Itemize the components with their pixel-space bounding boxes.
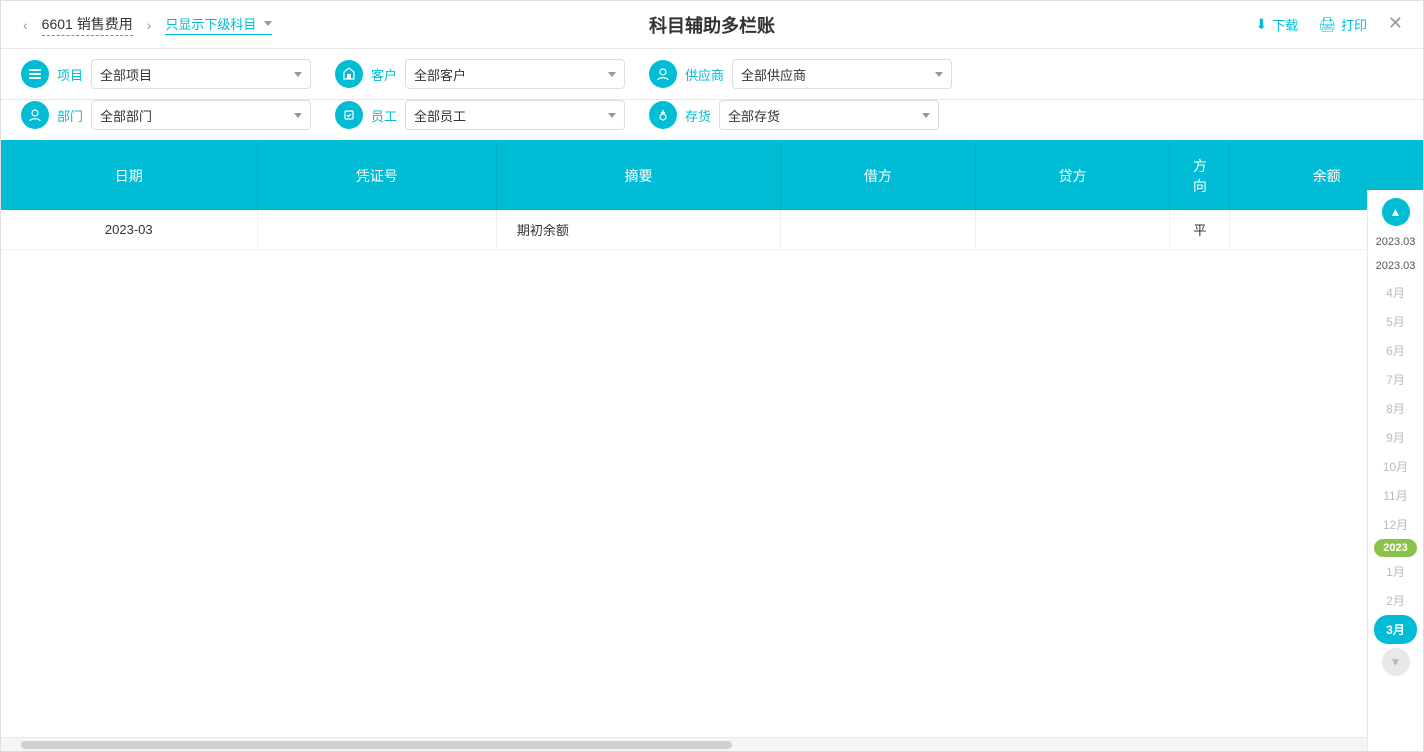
prev-account-button[interactable]: ‹ — [17, 15, 34, 35]
filter-sub-label: 只显示下级科目 — [165, 14, 256, 33]
department-select[interactable]: 全部部门 — [91, 100, 311, 130]
project-filter-group: 项目 全部项目 — [21, 59, 311, 89]
customer-label: 客户 — [371, 65, 397, 84]
account-code-name: 6601 销售费用 — [42, 14, 133, 36]
print-icon: 🖨 — [1318, 16, 1336, 33]
cell-direction: 平 — [1170, 210, 1230, 250]
inventory-icon — [649, 101, 677, 129]
timeline-item-4[interactable]: 4月 — [1368, 278, 1423, 307]
timeline-item-2[interactable]: 2月 — [1368, 586, 1423, 615]
timeline-up-arrow[interactable]: ▲ — [1382, 198, 1410, 226]
customer-filter-group: 客户 全部客户 — [335, 59, 625, 89]
project-dropdown-icon — [294, 72, 302, 77]
col-credit: 贷方 — [975, 142, 1170, 210]
table-row: 2023-03 期初余额 平 — [1, 210, 1423, 250]
col-direction: 方向 — [1170, 142, 1230, 210]
scrollbar-thumb — [21, 741, 732, 749]
timeline-down-arrow[interactable]: ▼ — [1382, 648, 1410, 676]
main-table: 日期 凭证号 摘要 借方 贷方 方向 余额 2023-03 — [1, 142, 1423, 250]
col-voucher: 凭证号 — [257, 142, 496, 210]
supplier-filter-group: 供应商 全部供应商 — [649, 59, 952, 89]
timeline-year-2023[interactable]: 2023 — [1374, 539, 1417, 557]
cell-debit — [781, 210, 976, 250]
close-button[interactable]: ✕ — [1384, 13, 1407, 34]
department-icon — [21, 101, 49, 129]
timeline-item-3-active[interactable]: 3月 — [1374, 615, 1417, 644]
supplier-icon — [649, 60, 677, 88]
next-account-button[interactable]: › — [141, 15, 158, 35]
customer-dropdown-icon — [608, 72, 616, 77]
employee-icon — [335, 101, 363, 129]
inventory-filter-group: 存货 全部存货 — [649, 100, 939, 130]
col-summary: 摘要 — [496, 142, 780, 210]
supplier-select[interactable]: 全部供应商 — [732, 59, 952, 89]
download-button[interactable]: ⬇ 下载 — [1255, 15, 1298, 34]
supplier-label: 供应商 — [685, 65, 724, 84]
timeline-item-11[interactable]: 11月 — [1368, 481, 1423, 510]
filter-dropdown-icon — [264, 21, 272, 26]
employee-label: 员工 — [371, 106, 397, 125]
timeline-item-5[interactable]: 5月 — [1368, 307, 1423, 336]
table-container: 日期 凭证号 摘要 借方 贷方 方向 余额 2023-03 — [1, 142, 1423, 737]
inventory-select[interactable]: 全部存货 — [719, 100, 939, 130]
customer-select[interactable]: 全部客户 — [405, 59, 625, 89]
page-title: 科目辅助多栏账 — [649, 12, 775, 38]
timeline-item-7[interactable]: 7月 — [1368, 365, 1423, 394]
cell-date: 2023-03 — [1, 210, 257, 250]
timeline-item-6[interactable]: 6月 — [1368, 336, 1423, 365]
inventory-label: 存货 — [685, 106, 711, 125]
timeline-item-8[interactable]: 8月 — [1368, 394, 1423, 423]
project-label: 项目 — [57, 65, 83, 84]
timeline-item-1[interactable]: 1月 — [1368, 557, 1423, 586]
supplier-dropdown-icon — [935, 72, 943, 77]
timeline-item-9[interactable]: 9月 — [1368, 423, 1423, 452]
download-icon: ⬇ — [1255, 16, 1267, 33]
inventory-dropdown-icon — [922, 113, 930, 118]
filter-sub-account-button[interactable]: 只显示下级科目 — [165, 14, 272, 35]
department-label: 部门 — [57, 106, 83, 125]
timeline-item-2023-03-header[interactable]: 2023.03 — [1368, 230, 1423, 254]
customer-icon — [335, 60, 363, 88]
project-icon — [21, 60, 49, 88]
col-debit: 借方 — [781, 142, 976, 210]
horizontal-scrollbar[interactable] — [1, 737, 1423, 751]
col-date: 日期 — [1, 142, 257, 210]
employee-filter-group: 员工 全部员工 — [335, 100, 625, 130]
project-select[interactable]: 全部项目 — [91, 59, 311, 89]
timeline-sidebar: ▲ 2023.03 2023.03 4月 5月 6月 7月 8月 9月 10月 … — [1367, 190, 1423, 751]
cell-credit — [975, 210, 1170, 250]
department-dropdown-icon — [294, 113, 302, 118]
timeline-item-12[interactable]: 12月 — [1368, 510, 1423, 539]
timeline-item-2023-03-sub[interactable]: 2023.03 — [1368, 254, 1423, 278]
department-filter-group: 部门 全部部门 — [21, 100, 311, 130]
cell-voucher — [257, 210, 496, 250]
cell-summary: 期初余额 — [496, 210, 780, 250]
print-button[interactable]: 🖨 打印 — [1318, 15, 1367, 34]
employee-dropdown-icon — [608, 113, 616, 118]
timeline-item-10[interactable]: 10月 — [1368, 452, 1423, 481]
employee-select[interactable]: 全部员工 — [405, 100, 625, 130]
